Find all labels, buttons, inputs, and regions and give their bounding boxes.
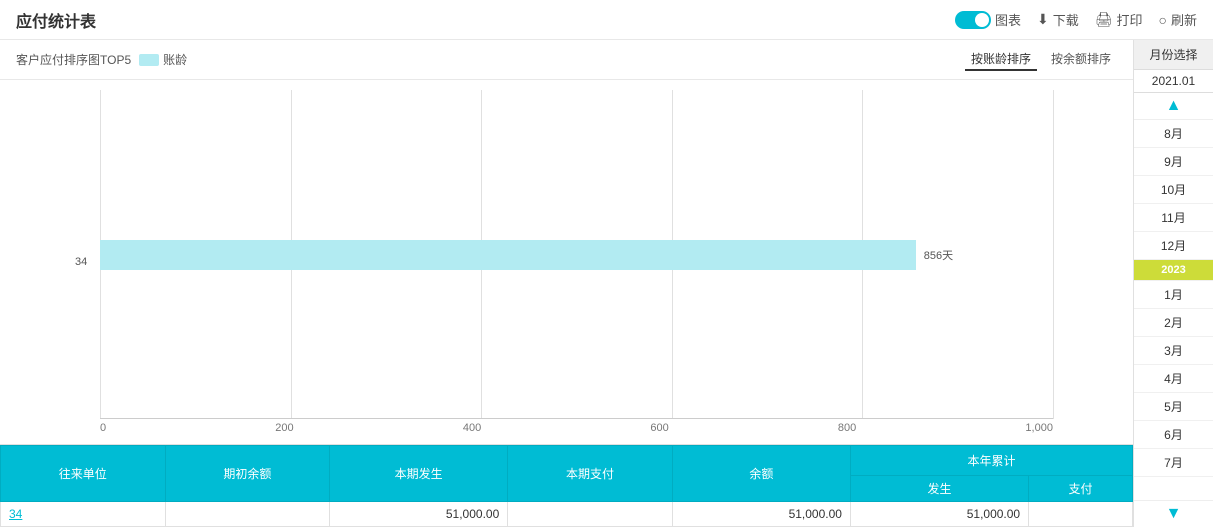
col-header-ytd-pay: 支付 — [1029, 476, 1133, 502]
month-item-7[interactable]: 7月 — [1134, 449, 1213, 477]
data-table: 往来单位 期初余额 本期发生 本期支付 余额 本年累计 发生 支付 — [0, 445, 1133, 527]
legend-item-1: 客户应付排序图TOP5 — [16, 51, 131, 68]
col-header-opening: 期初余额 — [165, 446, 330, 502]
bar-value-label: 856天 — [924, 247, 953, 263]
legend-label-2: 账龄 — [163, 51, 187, 68]
x-label-800: 800 — [838, 422, 856, 434]
x-label-200: 200 — [275, 422, 293, 434]
month-item-1[interactable]: 1月 — [1134, 281, 1213, 309]
table-header-row-1: 往来单位 期初余额 本期发生 本期支付 余额 本年累计 — [1, 446, 1133, 476]
month-item-3[interactable]: 3月 — [1134, 337, 1213, 365]
month-item-5[interactable]: 5月 — [1134, 393, 1213, 421]
cell-ytd-pay — [1029, 502, 1133, 527]
sidebar-year-input[interactable] — [1134, 70, 1213, 93]
download-button[interactable]: ⬇ 下载 — [1037, 10, 1079, 29]
chart-label: 图表 — [995, 10, 1021, 29]
col-header-ytd: 本年累计 — [850, 446, 1132, 476]
x-label-600: 600 — [650, 422, 668, 434]
sidebar-scroll-down-button[interactable]: ▼ — [1134, 500, 1213, 527]
print-icon: 🖨 — [1095, 11, 1113, 28]
month-item-12[interactable]: 12月 — [1134, 232, 1213, 260]
chart-legend: 客户应付排序图TOP5 账龄 — [16, 51, 187, 68]
print-button[interactable]: 🖨 打印 — [1095, 10, 1143, 29]
x-label-400: 400 — [463, 422, 481, 434]
x-axis-labels: 0 200 400 600 800 1,000 — [100, 419, 1053, 434]
month-item-10[interactable]: 10月 — [1134, 176, 1213, 204]
x-label-0: 0 — [100, 422, 106, 434]
download-label: 下载 — [1053, 10, 1079, 29]
cell-current-pay — [508, 502, 673, 527]
legend-label-1: 客户应付排序图TOP5 — [16, 51, 131, 68]
chart-sort-buttons: 按账龄排序 按余额排序 — [965, 48, 1117, 71]
sort-by-balance-button[interactable]: 按余额排序 — [1045, 48, 1117, 71]
month-item-11[interactable]: 11月 — [1134, 204, 1213, 232]
bar-row: 856天 — [100, 240, 1053, 270]
month-item-2[interactable]: 2月 — [1134, 309, 1213, 337]
month-item-8[interactable]: 8月 — [1134, 120, 1213, 148]
month-item-4[interactable]: 4月 — [1134, 365, 1213, 393]
page-title: 应付统计表 — [16, 8, 96, 32]
bar-fill-34 — [100, 240, 916, 270]
chart-toggle[interactable] — [955, 11, 991, 29]
table-wrapper: 往来单位 期初余额 本期发生 本期支付 余额 本年累计 发生 支付 — [0, 445, 1133, 527]
col-header-current-occur: 本期发生 — [330, 446, 508, 502]
col-header-vendor: 往来单位 — [1, 446, 166, 502]
col-header-ytd-occur: 发生 — [850, 476, 1028, 502]
header: 应付统计表 图表 ⬇ 下载 🖨 打印 ○ — [0, 0, 1213, 40]
legend-item-2: 账龄 — [139, 51, 187, 68]
chart-body: 856天 34 0 200 400 600 800 1,000 — [0, 80, 1133, 444]
app-container: 应付统计表 图表 ⬇ 下载 🖨 打印 ○ — [0, 0, 1213, 527]
sidebar: 月份选择 ▲ 8月 9月 10月 11月 12月 2023 1月 2月 3月 4… — [1133, 40, 1213, 527]
cell-vendor: 34 — [1, 502, 166, 527]
col-header-balance: 余额 — [672, 446, 850, 502]
month-list: 8月 9月 10月 11月 12月 2023 1月 2月 3月 4月 5月 6月… — [1134, 120, 1213, 500]
cell-ytd-occur: 51,000.00 — [850, 502, 1028, 527]
y-axis-label-34: 34 — [75, 256, 87, 268]
table-body: 34 51,000.00 51,000.00 51,000.00 — [1, 502, 1133, 527]
print-label: 打印 — [1117, 10, 1143, 29]
main-content: 客户应付排序图TOP5 账龄 按账龄排序 按余额排序 — [0, 40, 1213, 527]
chart-section: 客户应付排序图TOP5 账龄 按账龄排序 按余额排序 — [0, 40, 1133, 527]
header-actions: 图表 ⬇ 下载 🖨 打印 ○ 刷新 — [955, 10, 1197, 29]
refresh-label: 刷新 — [1171, 10, 1197, 29]
cell-current-occur: 51,000.00 — [330, 502, 508, 527]
chart-toggle-item[interactable]: 图表 — [955, 10, 1021, 29]
refresh-button[interactable]: ○ 刷新 — [1159, 10, 1197, 29]
chart-header: 客户应付排序图TOP5 账龄 按账龄排序 按余额排序 — [0, 40, 1133, 80]
cell-balance: 51,000.00 — [672, 502, 850, 527]
month-item-9[interactable]: 9月 — [1134, 148, 1213, 176]
sidebar-scroll-up-button[interactable]: ▲ — [1134, 93, 1213, 120]
table-section: 往来单位 期初余额 本期发生 本期支付 余额 本年累计 发生 支付 — [0, 444, 1133, 527]
download-icon: ⬇ — [1037, 11, 1049, 28]
legend-color-2 — [139, 54, 159, 66]
x-label-1000: 1,000 — [1025, 422, 1053, 434]
month-item-6[interactable]: 6月 — [1134, 421, 1213, 449]
grid-line-5 — [1053, 90, 1054, 419]
grid-area: 856天 — [100, 90, 1053, 419]
refresh-icon: ○ — [1159, 12, 1167, 28]
table-row: 34 51,000.00 51,000.00 51,000.00 — [1, 502, 1133, 527]
vendor-link[interactable]: 34 — [9, 507, 22, 521]
year-marker-2023[interactable]: 2023 — [1134, 260, 1213, 281]
sort-by-age-button[interactable]: 按账龄排序 — [965, 48, 1037, 71]
sidebar-title: 月份选择 — [1134, 40, 1213, 70]
col-header-current-pay: 本期支付 — [508, 446, 673, 502]
x-axis: 0 200 400 600 800 1,000 — [100, 418, 1053, 434]
cell-opening — [165, 502, 330, 527]
